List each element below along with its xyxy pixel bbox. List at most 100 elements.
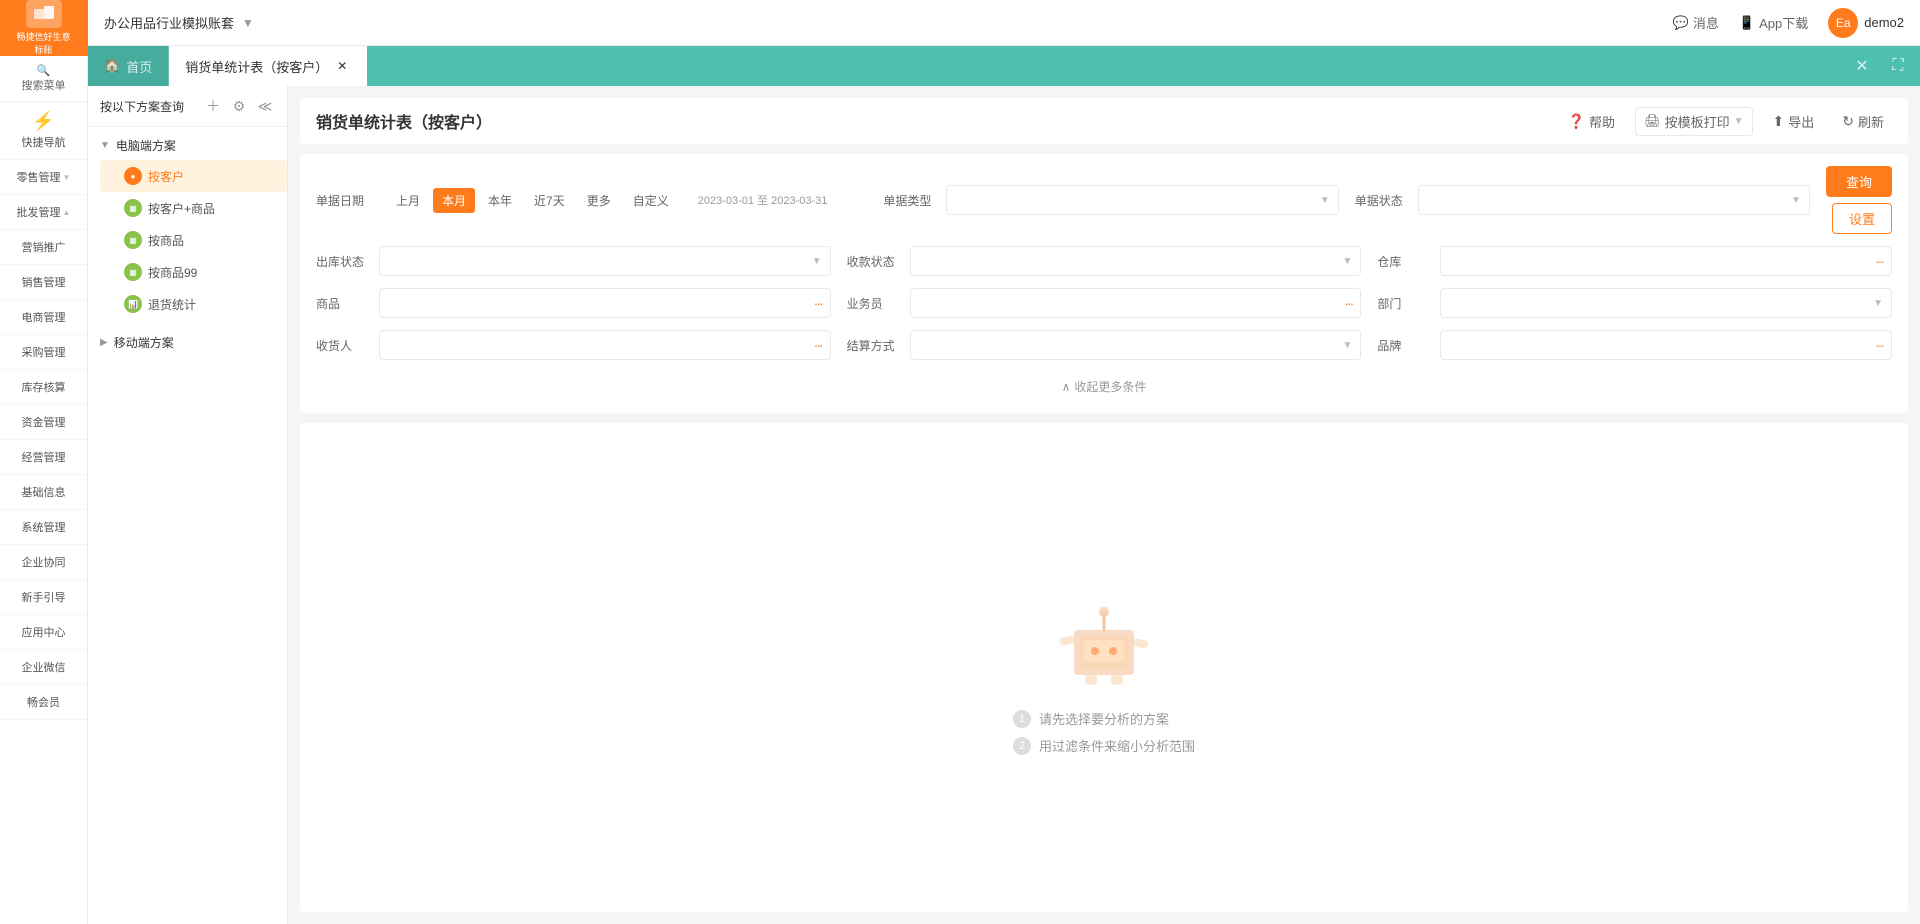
tab-sales-stat[interactable]: 销货单统计表（按客户） ✕ [169,46,367,86]
wechat-label: 企业微信 [22,659,66,675]
header-right: 💬 消息 📱 App下载 Ea demo2 [1673,8,1904,38]
sales-label: 销售管理 [22,274,66,290]
wholesale-arrow: ▲ [63,208,71,217]
export-btn[interactable]: ⬆ 导出 [1765,108,1823,135]
doc-status-row: 单据状态 ▼ [1355,185,1810,215]
sidebar-search[interactable]: 🔍 搜索菜单 [0,56,87,102]
sidebar-item-finance[interactable]: 资金管理 [0,405,87,440]
desktop-arrow: ▼ [100,140,110,151]
tree-item-by-customer-product[interactable]: ▦ 按客户+商品 [100,192,287,224]
right-content: 销货单统计表（按客户） ❓ 帮助 🖨 按模板打印 ▼ ⬆ 导出 [288,86,1920,924]
out-status-label: 出库状态 [316,253,371,270]
collapse-panel-btn[interactable]: ≪ [255,96,275,116]
salesperson-select[interactable]: ··· [910,288,1362,318]
by-customer-label: 按客户 [148,168,184,185]
recipient-more-icon: ··· [814,337,822,353]
date-btn-custom[interactable]: 自定义 [624,188,678,213]
help-btn[interactable]: ❓ 帮助 [1560,108,1623,135]
collect-status-label: 收款状态 [847,253,902,270]
tab-expand-btn[interactable]: ⛶ [1884,52,1912,80]
sidebar-item-wechat[interactable]: 企业微信 [0,650,87,685]
date-btn-more[interactable]: 更多 [578,188,620,213]
date-btn-last-month[interactable]: 上月 [387,188,429,213]
sidebar-item-newbie[interactable]: 新手引导 [0,580,87,615]
tree-item-by-product[interactable]: ▦ 按商品 [100,224,287,256]
quick-nav-icon: ⚡ [32,111,54,132]
settings-scheme-btn[interactable]: ⚙ [229,96,249,116]
sidebar-item-sales[interactable]: 销售管理 [0,265,87,300]
sidebar: 畅捷信好生意 标账 🔍 搜索菜单 ⚡ 快捷导航 零售管理 ▼ 批发管理 ▲ 营销… [0,0,88,924]
date-btn-last-7-days[interactable]: 近7天 [525,188,574,213]
user-avatar[interactable]: Ea [1828,8,1858,38]
department-select[interactable]: ▼ [1440,288,1892,318]
sidebar-item-system[interactable]: 系统管理 [0,510,87,545]
salesperson-item: 业务员 ··· [847,288,1362,318]
search-label: 搜索菜单 [22,77,66,93]
tree-item-by-customer[interactable]: ● 按客户 [100,160,287,192]
sidebar-item-operations[interactable]: 经营管理 [0,440,87,475]
settlement-select[interactable]: ▼ [910,330,1362,360]
sidebar-item-purchase[interactable]: 采购管理 [0,335,87,370]
sidebar-item-app-center[interactable]: 应用中心 [0,615,87,650]
tree-item-by-product-99[interactable]: ▦ 按商品99 [100,256,287,288]
logo-text: 畅捷信好生意 [16,30,70,43]
message-icon: 💬 [1673,15,1689,31]
retail-label: 零售管理 [17,169,61,185]
message-btn[interactable]: 💬 消息 [1673,13,1719,32]
wholesale-label: 批发管理 [17,204,61,220]
logo-subtitle: 标账 [34,43,52,56]
sidebar-item-member[interactable]: 畅会员 [0,685,87,720]
sidebar-item-marketing[interactable]: 营销推广 [0,230,87,265]
filter-row-2: 出库状态 ▼ 收款状态 ▼ 仓库 [316,246,1892,276]
collect-status-select[interactable]: ▼ [910,246,1362,276]
out-status-select[interactable]: ▼ [379,246,831,276]
recipient-select[interactable]: ··· [379,330,831,360]
settings-btn[interactable]: 设置 [1832,203,1892,234]
sidebar-item-basic[interactable]: 基础信息 [0,475,87,510]
collect-status-item: 收款状态 ▼ [847,246,1362,276]
product-more-icon: ··· [814,295,822,311]
help-icon: ❓ [1568,113,1585,130]
tree-item-return-stat[interactable]: 📊 退货统计 [100,288,287,320]
sidebar-item-inventory[interactable]: 库存核算 [0,370,87,405]
tab-home[interactable]: 🏠 首页 [88,46,169,86]
brand-select[interactable]: ··· [1440,330,1892,360]
tab-close-btn[interactable]: ✕ [334,58,350,74]
sidebar-item-ecommerce[interactable]: 电商管理 [0,300,87,335]
sidebar-item-enterprise[interactable]: 企业协同 [0,545,87,580]
doc-status-select[interactable]: ▼ [1418,185,1810,215]
app-logo[interactable]: 畅捷信好生意 标账 [0,0,88,56]
member-label: 畅会员 [27,694,60,710]
collapse-label: 收起更多条件 [1074,378,1146,395]
tab-close-all-btn[interactable]: ✕ [1848,52,1876,80]
search-btn[interactable]: 查询 [1826,166,1892,197]
avatar-text: Ea [1836,16,1851,30]
app-center-label: 应用中心 [22,624,66,640]
refresh-btn[interactable]: ↻ 刷新 [1834,108,1892,135]
sidebar-item-wholesale[interactable]: 批发管理 ▲ [0,195,87,230]
warehouse-select[interactable]: ··· [1440,246,1892,276]
date-btn-this-month[interactable]: 本月 [433,188,475,213]
tree-group-desktop-title[interactable]: ▼ 电脑端方案 [88,131,287,160]
export-icon: ⬆ [1773,113,1785,130]
system-label: 系统管理 [22,519,66,535]
date-range-text: 2023-03-01 至 2023-03-31 [698,192,828,208]
tree-group-mobile-title[interactable]: ▶ 移动端方案 [88,328,287,357]
collapse-btn[interactable]: ∧ 收起更多条件 [1056,372,1153,401]
mobile-arrow: ▶ [100,337,108,348]
collect-status-arrow: ▼ [1342,256,1352,267]
user-area[interactable]: Ea demo2 [1828,8,1904,38]
doc-type-select[interactable]: ▼ [946,185,1338,215]
product-select[interactable]: ··· [379,288,831,318]
app-download-btn[interactable]: 📱 App下载 [1739,13,1808,32]
date-btn-this-year[interactable]: 本年 [479,188,521,213]
tab-bar: 🏠 首页 销货单统计表（按客户） ✕ ✕ ⛶ [88,46,1920,86]
recipient-label: 收货人 [316,337,371,354]
header-dropdown-icon[interactable]: ▼ [242,16,254,30]
sidebar-item-quick-nav[interactable]: ⚡ 快捷导航 [0,102,87,160]
salesperson-more-icon: ··· [1344,295,1352,311]
app-download-icon: 📱 [1739,15,1755,31]
sidebar-item-retail[interactable]: 零售管理 ▼ [0,160,87,195]
add-scheme-btn[interactable]: ＋ [203,96,223,116]
template-print-btn[interactable]: 🖨 按模板打印 ▼ [1635,107,1752,136]
